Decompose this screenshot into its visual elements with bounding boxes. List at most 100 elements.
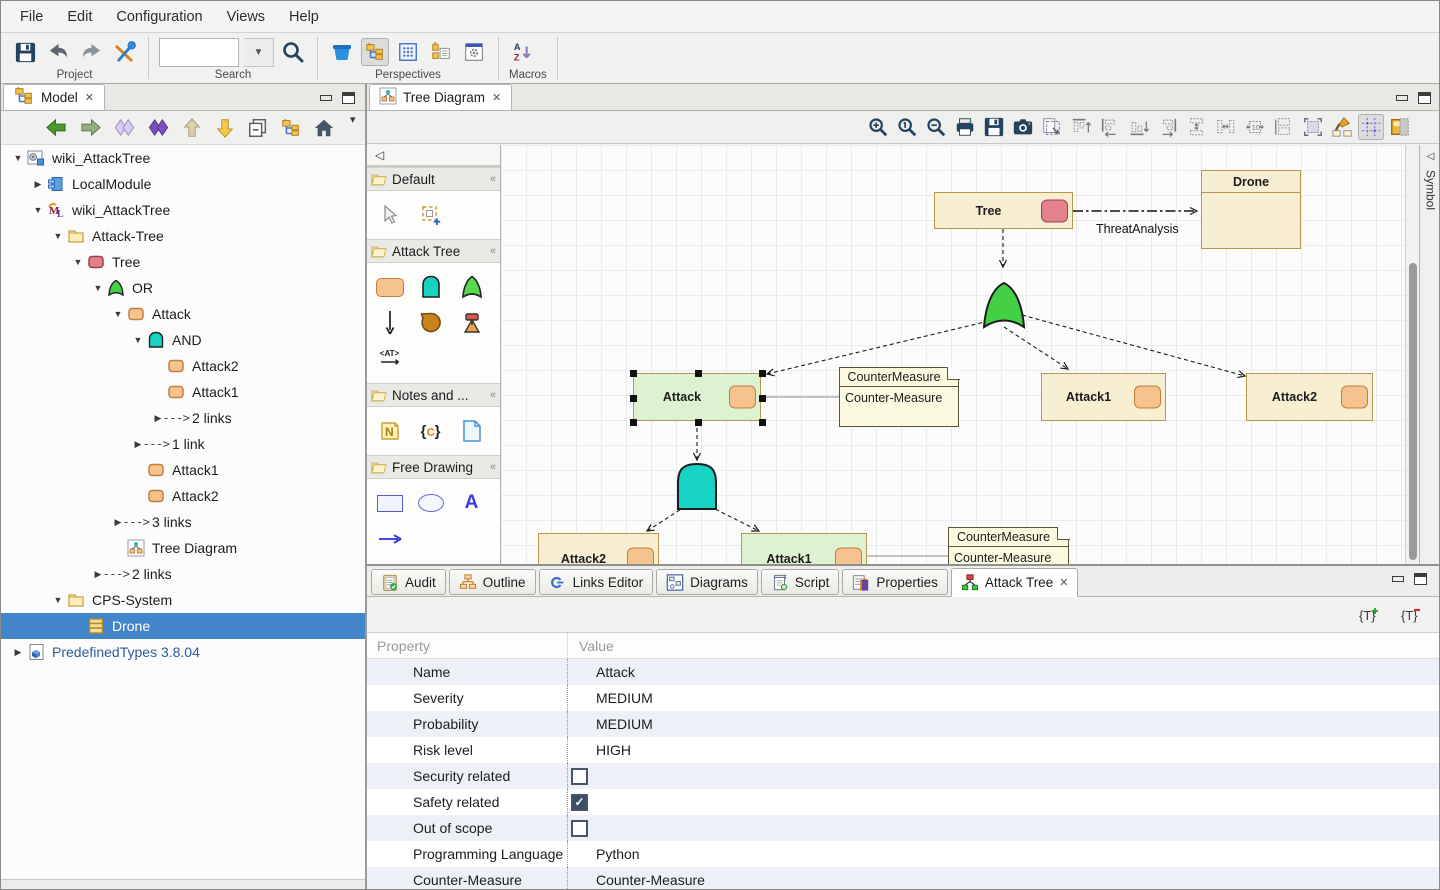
tree-item-1-link[interactable]: ▶--->1 link bbox=[1, 431, 365, 457]
attack-tree-edge[interactable] bbox=[1004, 327, 1068, 369]
countermeasure-tool[interactable] bbox=[410, 305, 451, 341]
diagram-canvas[interactable]: TreeAttackAttack1Attack2Attack2Attack1Dr… bbox=[501, 145, 1405, 565]
minimize-panel-button[interactable] bbox=[1392, 576, 1404, 582]
collapse-arrow-icon[interactable]: ▼ bbox=[9, 153, 27, 163]
bottom-tab-outline[interactable]: Outline bbox=[449, 569, 536, 595]
selection-handle[interactable] bbox=[759, 395, 766, 402]
tree-item-attack2[interactable]: Attack2 bbox=[1, 353, 365, 379]
collapse-arrow-icon[interactable]: ▼ bbox=[89, 283, 107, 293]
property-value[interactable]: Counter-Measure bbox=[567, 867, 1440, 890]
diagram-node-attack[interactable]: Attack bbox=[633, 373, 761, 421]
add-property-button[interactable]: {T} bbox=[1355, 601, 1383, 629]
tree-item-tree[interactable]: ▼Tree bbox=[1, 249, 365, 275]
comment-tool[interactable] bbox=[451, 413, 492, 449]
collapse-section-icon[interactable]: « bbox=[490, 461, 496, 473]
menu-item-configuration[interactable]: Configuration bbox=[105, 3, 213, 31]
property-value[interactable]: Attack bbox=[567, 659, 1440, 685]
palette-section-notes-and[interactable]: Notes and ...« bbox=[367, 383, 500, 407]
expand-arrow-icon[interactable]: ▶ bbox=[29, 179, 47, 190]
move-down-button[interactable] bbox=[214, 116, 236, 140]
vertical-scrollbar[interactable] bbox=[1405, 145, 1419, 564]
and-gate[interactable] bbox=[678, 464, 716, 509]
tree-item-attack2[interactable]: Attack2 bbox=[1, 483, 365, 509]
selection-handle[interactable] bbox=[630, 395, 637, 402]
close-icon[interactable]: ✕ bbox=[491, 91, 502, 104]
diagram-node-attack2[interactable]: Attack2 bbox=[538, 533, 659, 565]
cursor-tool[interactable] bbox=[369, 197, 410, 233]
diagram-node-attack1[interactable]: Attack1 bbox=[741, 533, 867, 565]
sequence-arrow-tool[interactable] bbox=[369, 305, 410, 341]
tools-button[interactable] bbox=[110, 38, 138, 66]
grid-perspective-button[interactable] bbox=[394, 38, 422, 66]
countermeasure-note[interactable]: CounterMeasureCounter-Measure bbox=[839, 367, 959, 427]
tree-item-tree-diagram[interactable]: Tree Diagram bbox=[1, 535, 365, 561]
sort-macros-button[interactable]: AZ bbox=[509, 38, 537, 66]
property-value[interactable]: ✓ bbox=[567, 789, 1440, 815]
arrow-tool[interactable] bbox=[369, 521, 410, 557]
text-tool[interactable]: A bbox=[451, 485, 492, 521]
move-up-button[interactable] bbox=[181, 116, 203, 140]
attack-tree-edge[interactable] bbox=[1022, 315, 1245, 376]
align-bottom-button[interactable] bbox=[1126, 114, 1152, 140]
maximize-panel-button[interactable] bbox=[342, 92, 355, 104]
tree-item-3-links[interactable]: ▶--->3 links bbox=[1, 509, 365, 535]
property-value[interactable] bbox=[567, 815, 1440, 841]
bucket-perspective-button[interactable] bbox=[328, 38, 356, 66]
at-link-tool[interactable]: <AT>⟶ bbox=[369, 341, 410, 377]
rectangle-tool[interactable] bbox=[369, 485, 410, 521]
collapse-arrow-icon[interactable]: ▼ bbox=[129, 335, 147, 345]
collapse-section-icon[interactable]: « bbox=[490, 173, 496, 185]
grid-toggle-button[interactable] bbox=[1358, 114, 1384, 140]
tree-item-2-links[interactable]: ▶--->2 links bbox=[1, 561, 365, 587]
countermeasure-note[interactable]: CounterMeasureCounter-Measure bbox=[948, 527, 1069, 565]
close-icon[interactable]: ✕ bbox=[84, 91, 95, 104]
mitigation-tool[interactable] bbox=[451, 305, 492, 341]
tree-item-attack1[interactable]: Attack1 bbox=[1, 457, 365, 483]
tree-item-wiki-attacktree[interactable]: ▼MLwiki_AttackTree bbox=[1, 197, 365, 223]
attack-node-tool[interactable] bbox=[369, 269, 410, 305]
tree-item-predefinedtypes-3-8-04[interactable]: ▶PredefinedTypes 3.8.04 bbox=[1, 639, 365, 665]
align-left-button[interactable] bbox=[1097, 114, 1123, 140]
bottom-tab-script[interactable]: Script bbox=[761, 569, 840, 595]
save-button[interactable] bbox=[11, 38, 39, 66]
tree-item-attack[interactable]: ▼Attack bbox=[1, 301, 365, 327]
property-value[interactable]: HIGH bbox=[567, 737, 1440, 763]
bottom-tab-audit[interactable]: Audit bbox=[371, 569, 446, 595]
tree-item-attack-tree[interactable]: ▼Attack-Tree bbox=[1, 223, 365, 249]
tree-item-cps-system[interactable]: ▼CPS-System bbox=[1, 587, 365, 613]
checkbox-unchecked[interactable] bbox=[571, 768, 588, 785]
tree-item-wiki-attacktree[interactable]: ▼wiki_AttackTree bbox=[1, 145, 365, 171]
resize-elements-button[interactable]: 10 bbox=[1242, 114, 1268, 140]
symbol-panel-collapsed[interactable]: ◁ Symbol bbox=[1419, 145, 1440, 564]
crop-view-button[interactable] bbox=[1300, 114, 1326, 140]
diagram-node-tree[interactable]: Tree bbox=[934, 192, 1073, 229]
maximize-panel-button[interactable] bbox=[1418, 92, 1431, 104]
selection-handle[interactable] bbox=[759, 419, 766, 426]
tree-item-localmodule[interactable]: ▶LocalModule bbox=[1, 171, 365, 197]
zoom-in-button[interactable] bbox=[865, 114, 891, 140]
palette-section-attack-tree[interactable]: Attack Tree« bbox=[367, 239, 500, 263]
zoom-out-button[interactable] bbox=[923, 114, 949, 140]
home-button[interactable] bbox=[313, 116, 335, 140]
ellipse-tool[interactable] bbox=[410, 485, 451, 521]
redo-button[interactable] bbox=[77, 38, 105, 66]
constraint-tool[interactable]: {c} bbox=[410, 413, 451, 449]
selection-handle[interactable] bbox=[630, 370, 637, 377]
bottom-tab-diagrams[interactable]: Diagrams bbox=[656, 569, 758, 595]
diagram-node-attack2[interactable]: Attack2 bbox=[1246, 373, 1373, 421]
note-tool[interactable]: N bbox=[369, 413, 410, 449]
and-gate-tool[interactable] bbox=[410, 269, 451, 305]
checkbox-checked[interactable]: ✓ bbox=[571, 794, 588, 811]
collapse-section-icon[interactable]: « bbox=[490, 389, 496, 401]
distribute-horizontal-button[interactable] bbox=[1213, 114, 1239, 140]
back-button[interactable] bbox=[45, 116, 68, 140]
property-value[interactable]: MEDIUM bbox=[567, 711, 1440, 737]
window-perspective-button[interactable] bbox=[460, 38, 488, 66]
distribute-vertical-button[interactable] bbox=[1184, 114, 1210, 140]
tree-item-attack1[interactable]: Attack1 bbox=[1, 379, 365, 405]
bottom-tab-properties[interactable]: Properties bbox=[842, 569, 948, 595]
forward-button[interactable] bbox=[79, 116, 102, 140]
save-diagram-button[interactable] bbox=[981, 114, 1007, 140]
collapse-arrow-icon[interactable]: ▼ bbox=[29, 205, 47, 215]
marquee-add-tool[interactable] bbox=[410, 197, 451, 233]
